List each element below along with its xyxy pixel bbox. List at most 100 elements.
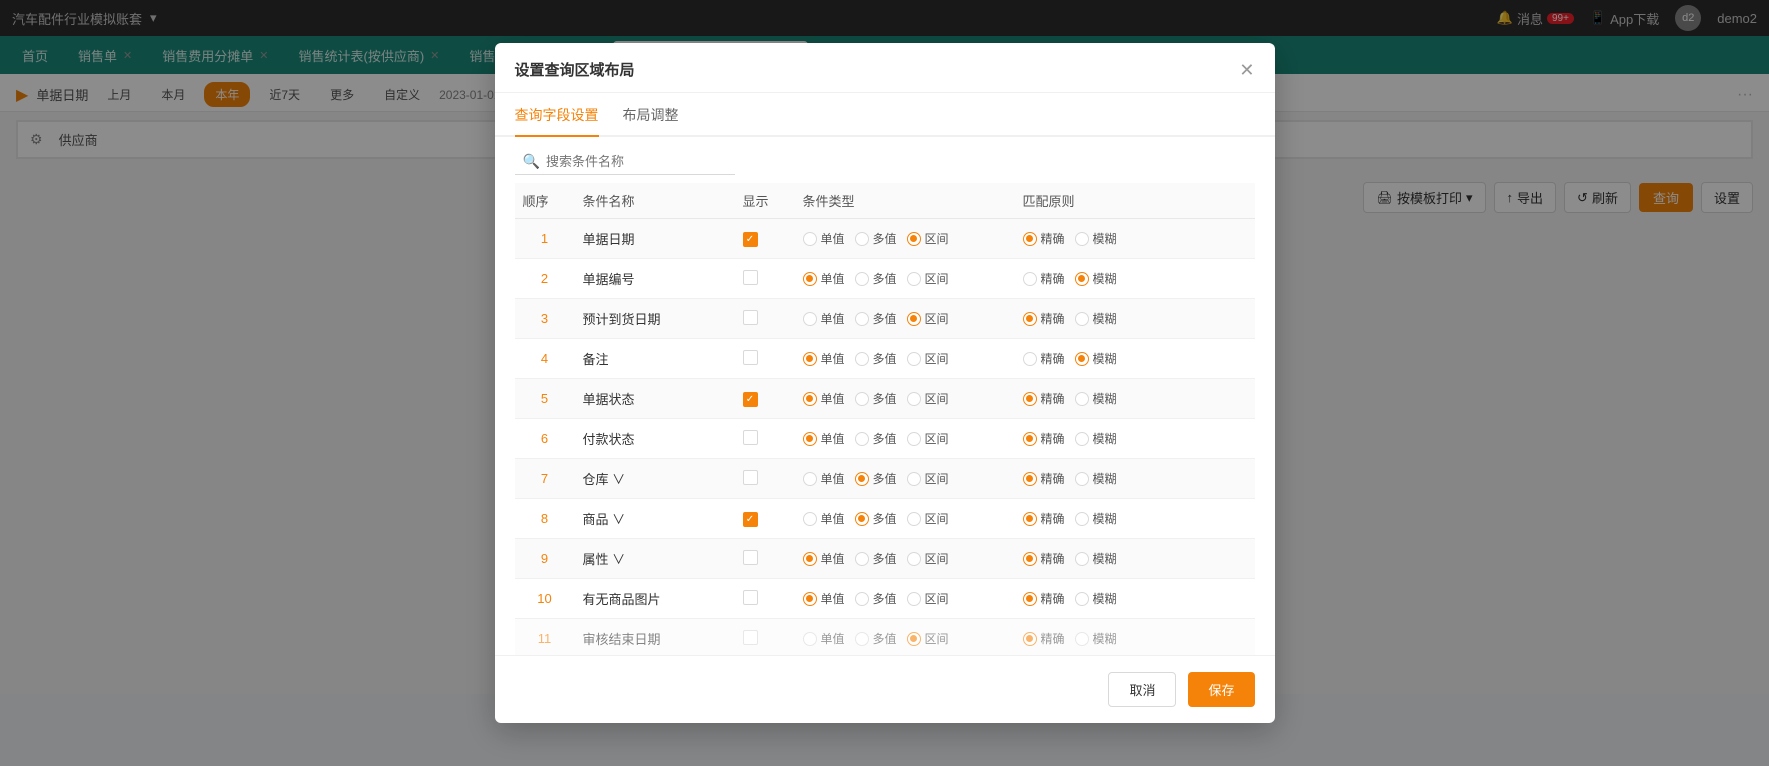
type-single-option[interactable]: 单值 [803, 350, 845, 367]
type-single-option[interactable]: 单值 [803, 310, 845, 327]
row-display[interactable] [735, 464, 795, 494]
type-range-option[interactable]: 区间 [907, 310, 949, 327]
radio-range[interactable] [907, 472, 921, 486]
match-fuzzy-option[interactable]: 模糊 [1075, 470, 1117, 487]
type-range-option[interactable]: 区间 [907, 590, 949, 607]
type-multi-option[interactable]: 多值 [855, 310, 897, 327]
type-range-option[interactable]: 区间 [907, 390, 949, 407]
radio-fuzzy[interactable] [1075, 432, 1089, 446]
radio-single[interactable] [803, 392, 817, 406]
row-display[interactable] [735, 584, 795, 614]
type-range-option[interactable]: 区间 [907, 470, 949, 487]
type-range-option[interactable]: 区间 [907, 230, 949, 247]
type-single-option[interactable]: 单值 [803, 590, 845, 607]
radio-single[interactable] [803, 272, 817, 286]
type-multi-option[interactable]: 多值 [855, 390, 897, 407]
type-single-option[interactable]: 单值 [803, 470, 845, 487]
radio-multi[interactable] [855, 472, 869, 486]
match-exact-option[interactable]: 精确 [1023, 630, 1065, 647]
display-checkbox[interactable]: ✓ [743, 512, 758, 527]
type-single-option[interactable]: 单值 [803, 550, 845, 567]
match-exact-option[interactable]: 精确 [1023, 430, 1065, 447]
type-multi-option[interactable]: 多值 [855, 550, 897, 567]
display-checkbox[interactable] [743, 590, 758, 605]
display-checkbox[interactable] [743, 430, 758, 445]
display-checkbox[interactable] [743, 470, 758, 485]
type-multi-option[interactable]: 多值 [855, 630, 897, 647]
match-fuzzy-option[interactable]: 模糊 [1075, 590, 1117, 607]
match-fuzzy-option[interactable]: 模糊 [1075, 510, 1117, 527]
row-display[interactable] [735, 344, 795, 374]
radio-range[interactable] [907, 552, 921, 566]
type-range-option[interactable]: 区间 [907, 630, 949, 647]
radio-multi[interactable] [855, 312, 869, 326]
radio-single[interactable] [803, 312, 817, 326]
search-input[interactable] [546, 154, 727, 169]
radio-single[interactable] [803, 232, 817, 246]
display-checkbox[interactable]: ✓ [743, 392, 758, 407]
save-button[interactable]: 保存 [1188, 672, 1254, 707]
radio-single[interactable] [803, 592, 817, 606]
display-checkbox[interactable] [743, 270, 758, 285]
radio-single[interactable] [803, 552, 817, 566]
radio-exact[interactable] [1023, 512, 1037, 526]
radio-exact[interactable] [1023, 232, 1037, 246]
match-exact-option[interactable]: 精确 [1023, 550, 1065, 567]
match-fuzzy-option[interactable]: 模糊 [1075, 350, 1117, 367]
row-display[interactable] [735, 424, 795, 454]
radio-single[interactable] [803, 472, 817, 486]
match-fuzzy-option[interactable]: 模糊 [1075, 630, 1117, 647]
type-range-option[interactable]: 区间 [907, 510, 949, 527]
radio-range[interactable] [907, 232, 921, 246]
display-checkbox[interactable] [743, 550, 758, 565]
radio-exact[interactable] [1023, 632, 1037, 646]
radio-single[interactable] [803, 512, 817, 526]
row-display[interactable] [735, 304, 795, 334]
radio-fuzzy[interactable] [1075, 352, 1089, 366]
radio-fuzzy[interactable] [1075, 272, 1089, 286]
match-exact-option[interactable]: 精确 [1023, 590, 1065, 607]
radio-multi[interactable] [855, 232, 869, 246]
radio-single[interactable] [803, 432, 817, 446]
row-display[interactable] [735, 624, 795, 654]
type-multi-option[interactable]: 多值 [855, 270, 897, 287]
display-checkbox[interactable] [743, 630, 758, 645]
radio-range[interactable] [907, 352, 921, 366]
radio-multi[interactable] [855, 592, 869, 606]
radio-multi[interactable] [855, 352, 869, 366]
radio-fuzzy[interactable] [1075, 592, 1089, 606]
radio-exact[interactable] [1023, 392, 1037, 406]
type-multi-option[interactable]: 多值 [855, 350, 897, 367]
radio-single[interactable] [803, 352, 817, 366]
radio-range[interactable] [907, 312, 921, 326]
radio-fuzzy[interactable] [1075, 552, 1089, 566]
type-multi-option[interactable]: 多值 [855, 470, 897, 487]
type-single-option[interactable]: 单值 [803, 430, 845, 447]
match-exact-option[interactable]: 精确 [1023, 510, 1065, 527]
tab-layout-adjust[interactable]: 布局调整 [623, 105, 679, 137]
radio-multi[interactable] [855, 272, 869, 286]
radio-multi[interactable] [855, 392, 869, 406]
tab-query-fields[interactable]: 查询字段设置 [515, 105, 599, 137]
radio-multi[interactable] [855, 432, 869, 446]
radio-exact[interactable] [1023, 352, 1037, 366]
radio-fuzzy[interactable] [1075, 312, 1089, 326]
radio-multi[interactable] [855, 632, 869, 646]
match-fuzzy-option[interactable]: 模糊 [1075, 230, 1117, 247]
type-single-option[interactable]: 单值 [803, 270, 845, 287]
radio-exact[interactable] [1023, 312, 1037, 326]
radio-fuzzy[interactable] [1075, 632, 1089, 646]
dialog-close-button[interactable]: ✕ [1239, 61, 1254, 79]
match-exact-option[interactable]: 精确 [1023, 230, 1065, 247]
radio-exact[interactable] [1023, 432, 1037, 446]
radio-fuzzy[interactable] [1075, 392, 1089, 406]
type-single-option[interactable]: 单值 [803, 630, 845, 647]
row-display[interactable] [735, 544, 795, 574]
radio-exact[interactable] [1023, 472, 1037, 486]
radio-range[interactable] [907, 432, 921, 446]
match-exact-option[interactable]: 精确 [1023, 270, 1065, 287]
match-fuzzy-option[interactable]: 模糊 [1075, 550, 1117, 567]
match-fuzzy-option[interactable]: 模糊 [1075, 390, 1117, 407]
radio-fuzzy[interactable] [1075, 472, 1089, 486]
radio-multi[interactable] [855, 552, 869, 566]
